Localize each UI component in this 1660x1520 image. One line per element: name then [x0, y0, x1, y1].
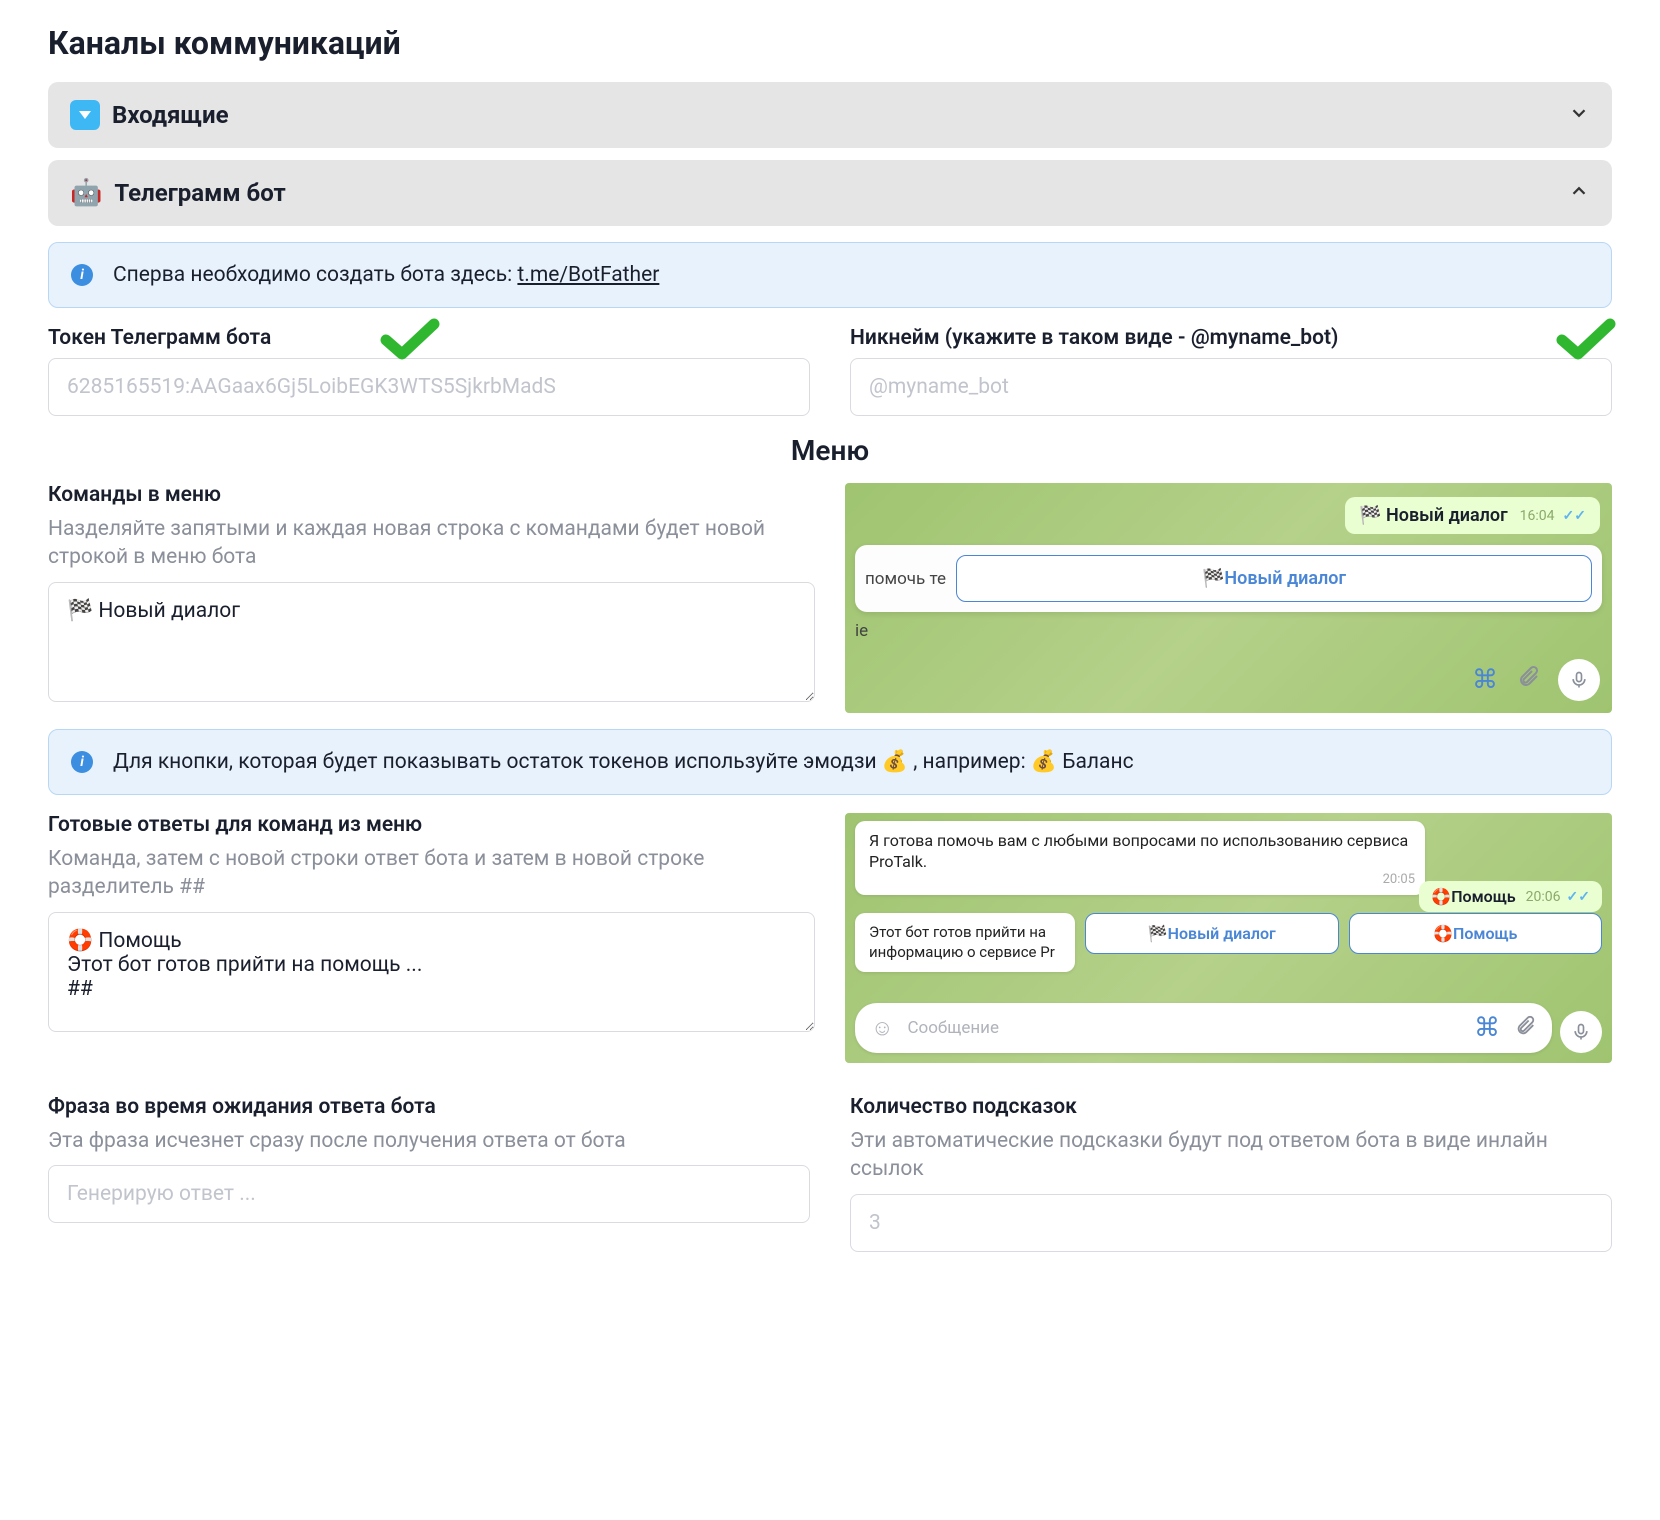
chevron-down-icon: [1568, 102, 1590, 128]
preview-commands: 🏁 Новый диалог 16:04 ✓✓ помочь те 🏁Новый…: [845, 483, 1612, 713]
preview-message-input: ☺ Сообщение ⌘: [855, 1003, 1552, 1053]
preview-clip-left: помочь те: [865, 569, 956, 589]
answers-label: Готовые ответы для команд из меню: [48, 813, 815, 837]
accordion-telegram[interactable]: 🤖 Телеграмм бот: [48, 160, 1612, 226]
preview-answers: Я готова помочь вам с любыми вопросами п…: [845, 813, 1612, 1063]
preview-clip-left2: ie: [855, 621, 868, 641]
quick-reply-new-dialog[interactable]: 🏁Новый диалог: [1085, 913, 1339, 954]
preview-in-time: 20:05: [1383, 872, 1415, 889]
hints-count-input[interactable]: [850, 1194, 1612, 1252]
answers-textarea[interactable]: 🛟 Помощь Этот бот готов прийти на помощь…: [48, 912, 815, 1032]
hints-count-label: Количество подсказок: [850, 1095, 1612, 1119]
answers-field-group: Готовые ответы для команд из меню Команд…: [48, 813, 815, 1063]
commands-field-group: Команды в меню Назделяйте запятыми и каж…: [48, 483, 815, 713]
quick-reply-button[interactable]: 🏁Новый диалог: [956, 555, 1592, 602]
double-check-icon: ✓✓: [1563, 508, 1586, 524]
wait-phrase-group: Фраза во время ожидания ответа бота Эта …: [48, 1095, 810, 1252]
preview-out-message: 🏁 Новый диалог 16:04 ✓✓: [1345, 497, 1600, 534]
info-banner-botfather: i Сперва необходимо создать бота здесь: …: [48, 242, 1612, 308]
accordion-telegram-label: Телеграмм бот: [114, 179, 285, 207]
preview-out-text: 🏁 Новый диалог: [1359, 505, 1507, 526]
menu-section-title: Меню: [48, 434, 1612, 467]
command-icon: ⌘: [1474, 1013, 1500, 1043]
commands-help: Назделяйте запятыми и каждая новая строк…: [48, 515, 815, 572]
page-title: Каналы коммуникаций: [48, 24, 1612, 62]
commands-textarea[interactable]: 🏁 Новый диалог: [48, 582, 815, 702]
info-icon: i: [71, 264, 93, 286]
nickname-input[interactable]: [850, 358, 1612, 416]
check-icon: [378, 316, 442, 368]
hints-count-help: Эти автоматические подсказки будут под о…: [850, 1127, 1612, 1184]
wait-phrase-input[interactable]: [48, 1165, 810, 1223]
nickname-label: Никнейм (укажите в таком виде - @myname_…: [850, 326, 1612, 350]
preview-in-text: Я готова помочь вам с любыми вопросами п…: [869, 831, 1408, 871]
preview-in-text-2: Этот бот готов прийти на информацию о се…: [869, 923, 1055, 961]
quick-reply-row: 🏁Новый диалог 🛟Помощь: [1085, 913, 1602, 954]
nickname-field-group: Никнейм (укажите в таком виде - @myname_…: [850, 326, 1612, 416]
answers-help: Команда, затем с новой строки ответ бота…: [48, 845, 815, 902]
botfather-link[interactable]: t.me/BotFather: [517, 263, 659, 287]
wait-phrase-label: Фраза во время ожидания ответа бота: [48, 1095, 810, 1119]
info-balance-text: Для кнопки, которая будет показывать ост…: [113, 750, 1134, 774]
preview-input-placeholder: Сообщение: [907, 1018, 1460, 1038]
chevron-up-icon: [1568, 180, 1590, 206]
accordion-incoming-label: Входящие: [112, 101, 229, 129]
double-check-icon: ✓✓: [1567, 889, 1590, 905]
info-prefix: Сперва необходимо создать бота здесь:: [113, 263, 517, 287]
preview-in-message: Я готова помочь вам с любыми вопросами п…: [855, 821, 1425, 895]
command-icon: ⌘: [1472, 665, 1498, 695]
mic-button[interactable]: [1560, 1011, 1602, 1053]
hints-count-group: Количество подсказок Эти автоматические …: [850, 1095, 1612, 1252]
mic-button[interactable]: [1558, 659, 1600, 701]
info-icon: i: [71, 751, 93, 773]
incoming-icon: [70, 100, 100, 130]
commands-label: Команды в меню: [48, 483, 815, 507]
quick-reply-bar: помочь те 🏁Новый диалог: [855, 545, 1602, 612]
wait-phrase-help: Эта фраза исчезнет сразу после получения…: [48, 1127, 810, 1155]
preview-out-message-2: 🛟Помощь 20:06 ✓✓: [1419, 881, 1602, 912]
preview-input-bar: ⌘: [1472, 659, 1600, 701]
robot-icon: 🤖: [70, 178, 102, 208]
attach-icon: [1516, 665, 1540, 696]
preview-out-time-2: 20:06: [1526, 889, 1561, 905]
accordion-incoming[interactable]: Входящие: [48, 82, 1612, 148]
check-icon: [1554, 316, 1618, 368]
attach-icon: [1514, 1015, 1536, 1041]
info-banner-balance: i Для кнопки, которая будет показывать о…: [48, 729, 1612, 795]
emoji-icon: ☺: [871, 1015, 893, 1041]
info-text: Сперва необходимо создать бота здесь: t.…: [113, 263, 659, 287]
preview-in-message-2: Этот бот готов прийти на информацию о се…: [855, 913, 1075, 972]
preview-out-time: 16:04: [1520, 508, 1555, 524]
preview-out-text-2: 🛟Помощь: [1431, 887, 1515, 906]
quick-reply-help[interactable]: 🛟Помощь: [1349, 913, 1603, 954]
token-field-group: Токен Телеграмм бота: [48, 326, 810, 416]
